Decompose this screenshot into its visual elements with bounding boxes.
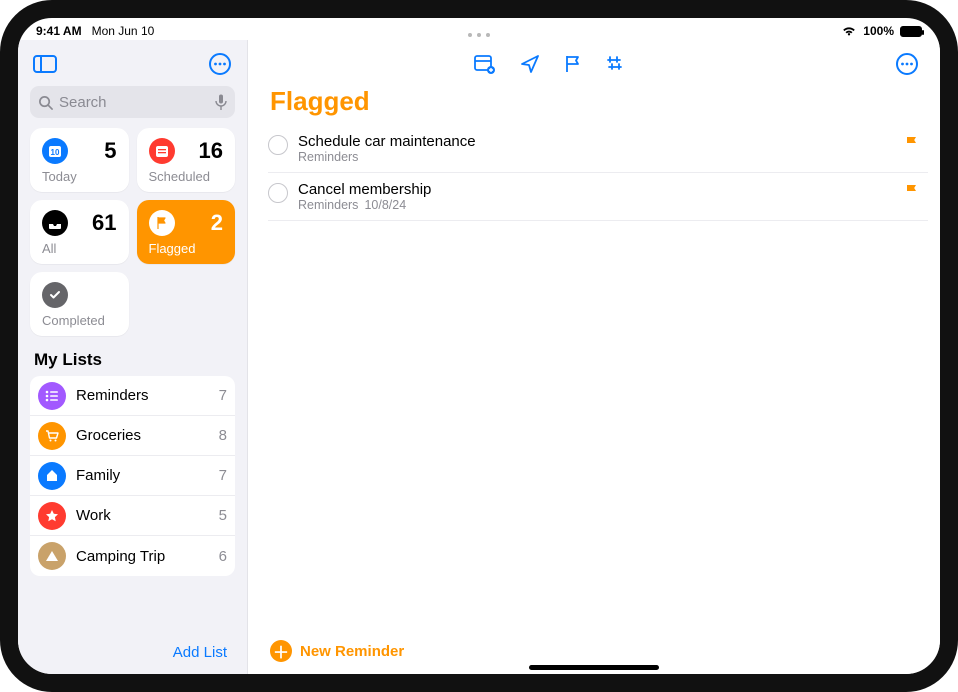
smart-list-scheduled[interactable]: 16 Scheduled [137, 128, 236, 192]
calendar-icon [149, 138, 175, 164]
list-name: Work [76, 507, 209, 524]
my-lists-header: My Lists [24, 336, 241, 376]
reminder-item[interactable]: Schedule car maintenance Reminders [268, 125, 928, 173]
label: All [42, 241, 117, 256]
flag-icon[interactable] [904, 181, 926, 199]
smart-list-completed[interactable]: Completed [30, 272, 129, 336]
count: 5 [104, 138, 116, 164]
list-name: Camping Trip [76, 548, 209, 565]
star-icon [38, 502, 66, 530]
more-button[interactable] [205, 50, 235, 78]
inbox-icon [42, 210, 68, 236]
reminder-checkbox[interactable] [268, 135, 288, 155]
list-name: Reminders [76, 387, 209, 404]
list-count: 6 [219, 548, 227, 565]
count: 2 [211, 210, 223, 236]
list-row-work[interactable]: Work 5 [30, 496, 235, 536]
label: Completed [42, 313, 117, 328]
reminder-title: Cancel membership [298, 181, 894, 198]
smart-list-all[interactable]: 61 All [30, 200, 129, 264]
house-icon [38, 462, 66, 490]
reminder-item[interactable]: Cancel membership Reminders 10/8/24 [268, 173, 928, 221]
search-placeholder: Search [59, 94, 107, 111]
list-name: Groceries [76, 427, 209, 444]
more-options-button[interactable] [892, 50, 922, 78]
flag-icon[interactable] [904, 133, 926, 151]
list-row-reminders[interactable]: Reminders 7 [30, 376, 235, 416]
label: Scheduled [149, 169, 224, 184]
list-row-groceries[interactable]: Groceries 8 [30, 416, 235, 456]
label: Today [42, 169, 117, 184]
search-icon [38, 95, 53, 110]
cart-icon [38, 422, 66, 450]
list-row-family[interactable]: Family 7 [30, 456, 235, 496]
reminder-checkbox[interactable] [268, 183, 288, 203]
status-bar: 9:41 AM Mon Jun 10 100% [18, 18, 940, 40]
status-date: Mon Jun 10 [92, 24, 155, 38]
svg-text:10: 10 [51, 148, 60, 157]
list-title: Flagged [248, 82, 940, 125]
toggle-sidebar-button[interactable] [30, 50, 60, 78]
flag-icon[interactable] [564, 54, 582, 74]
main-panel: Flagged Schedule car maintenance Reminde… [248, 40, 940, 674]
calendar-today-icon: 10 [42, 138, 68, 164]
battery-percent: 100% [863, 24, 894, 38]
smart-list-today[interactable]: 10 5 Today [30, 128, 129, 192]
reminder-list-label: Reminders [298, 150, 358, 164]
sidebar: Search 10 5 Today [18, 40, 248, 674]
label: Flagged [149, 241, 224, 256]
check-icon [42, 282, 68, 308]
multitask-dots-icon[interactable] [468, 30, 490, 40]
count: 16 [199, 138, 223, 164]
home-indicator[interactable] [529, 665, 659, 670]
count: 61 [92, 210, 116, 236]
reminder-list-label: Reminders [298, 198, 358, 212]
mic-icon[interactable] [215, 94, 227, 111]
smart-list-flagged[interactable]: 2 Flagged [137, 200, 236, 264]
reminder-title: Schedule car maintenance [298, 133, 894, 150]
add-list-button[interactable]: Add List [173, 644, 227, 661]
list-count: 7 [219, 467, 227, 484]
list-count: 8 [219, 427, 227, 444]
search-input[interactable]: Search [30, 86, 235, 118]
location-icon[interactable] [520, 54, 540, 74]
list-name: Family [76, 467, 209, 484]
list-bullet-icon [38, 382, 66, 410]
list-count: 5 [219, 507, 227, 524]
wifi-icon [841, 25, 857, 37]
tag-icon[interactable] [606, 54, 626, 74]
calendar-attach-icon[interactable] [474, 54, 496, 74]
plus-icon: ＋ [270, 640, 292, 662]
tent-icon [38, 542, 66, 570]
reminder-date: 10/8/24 [364, 198, 406, 212]
flag-icon [149, 210, 175, 236]
battery-icon [900, 26, 922, 37]
list-row-camping[interactable]: Camping Trip 6 [30, 536, 235, 576]
status-time: 9:41 AM [36, 24, 82, 38]
list-count: 7 [219, 387, 227, 404]
new-reminder-label: New Reminder [300, 643, 404, 660]
